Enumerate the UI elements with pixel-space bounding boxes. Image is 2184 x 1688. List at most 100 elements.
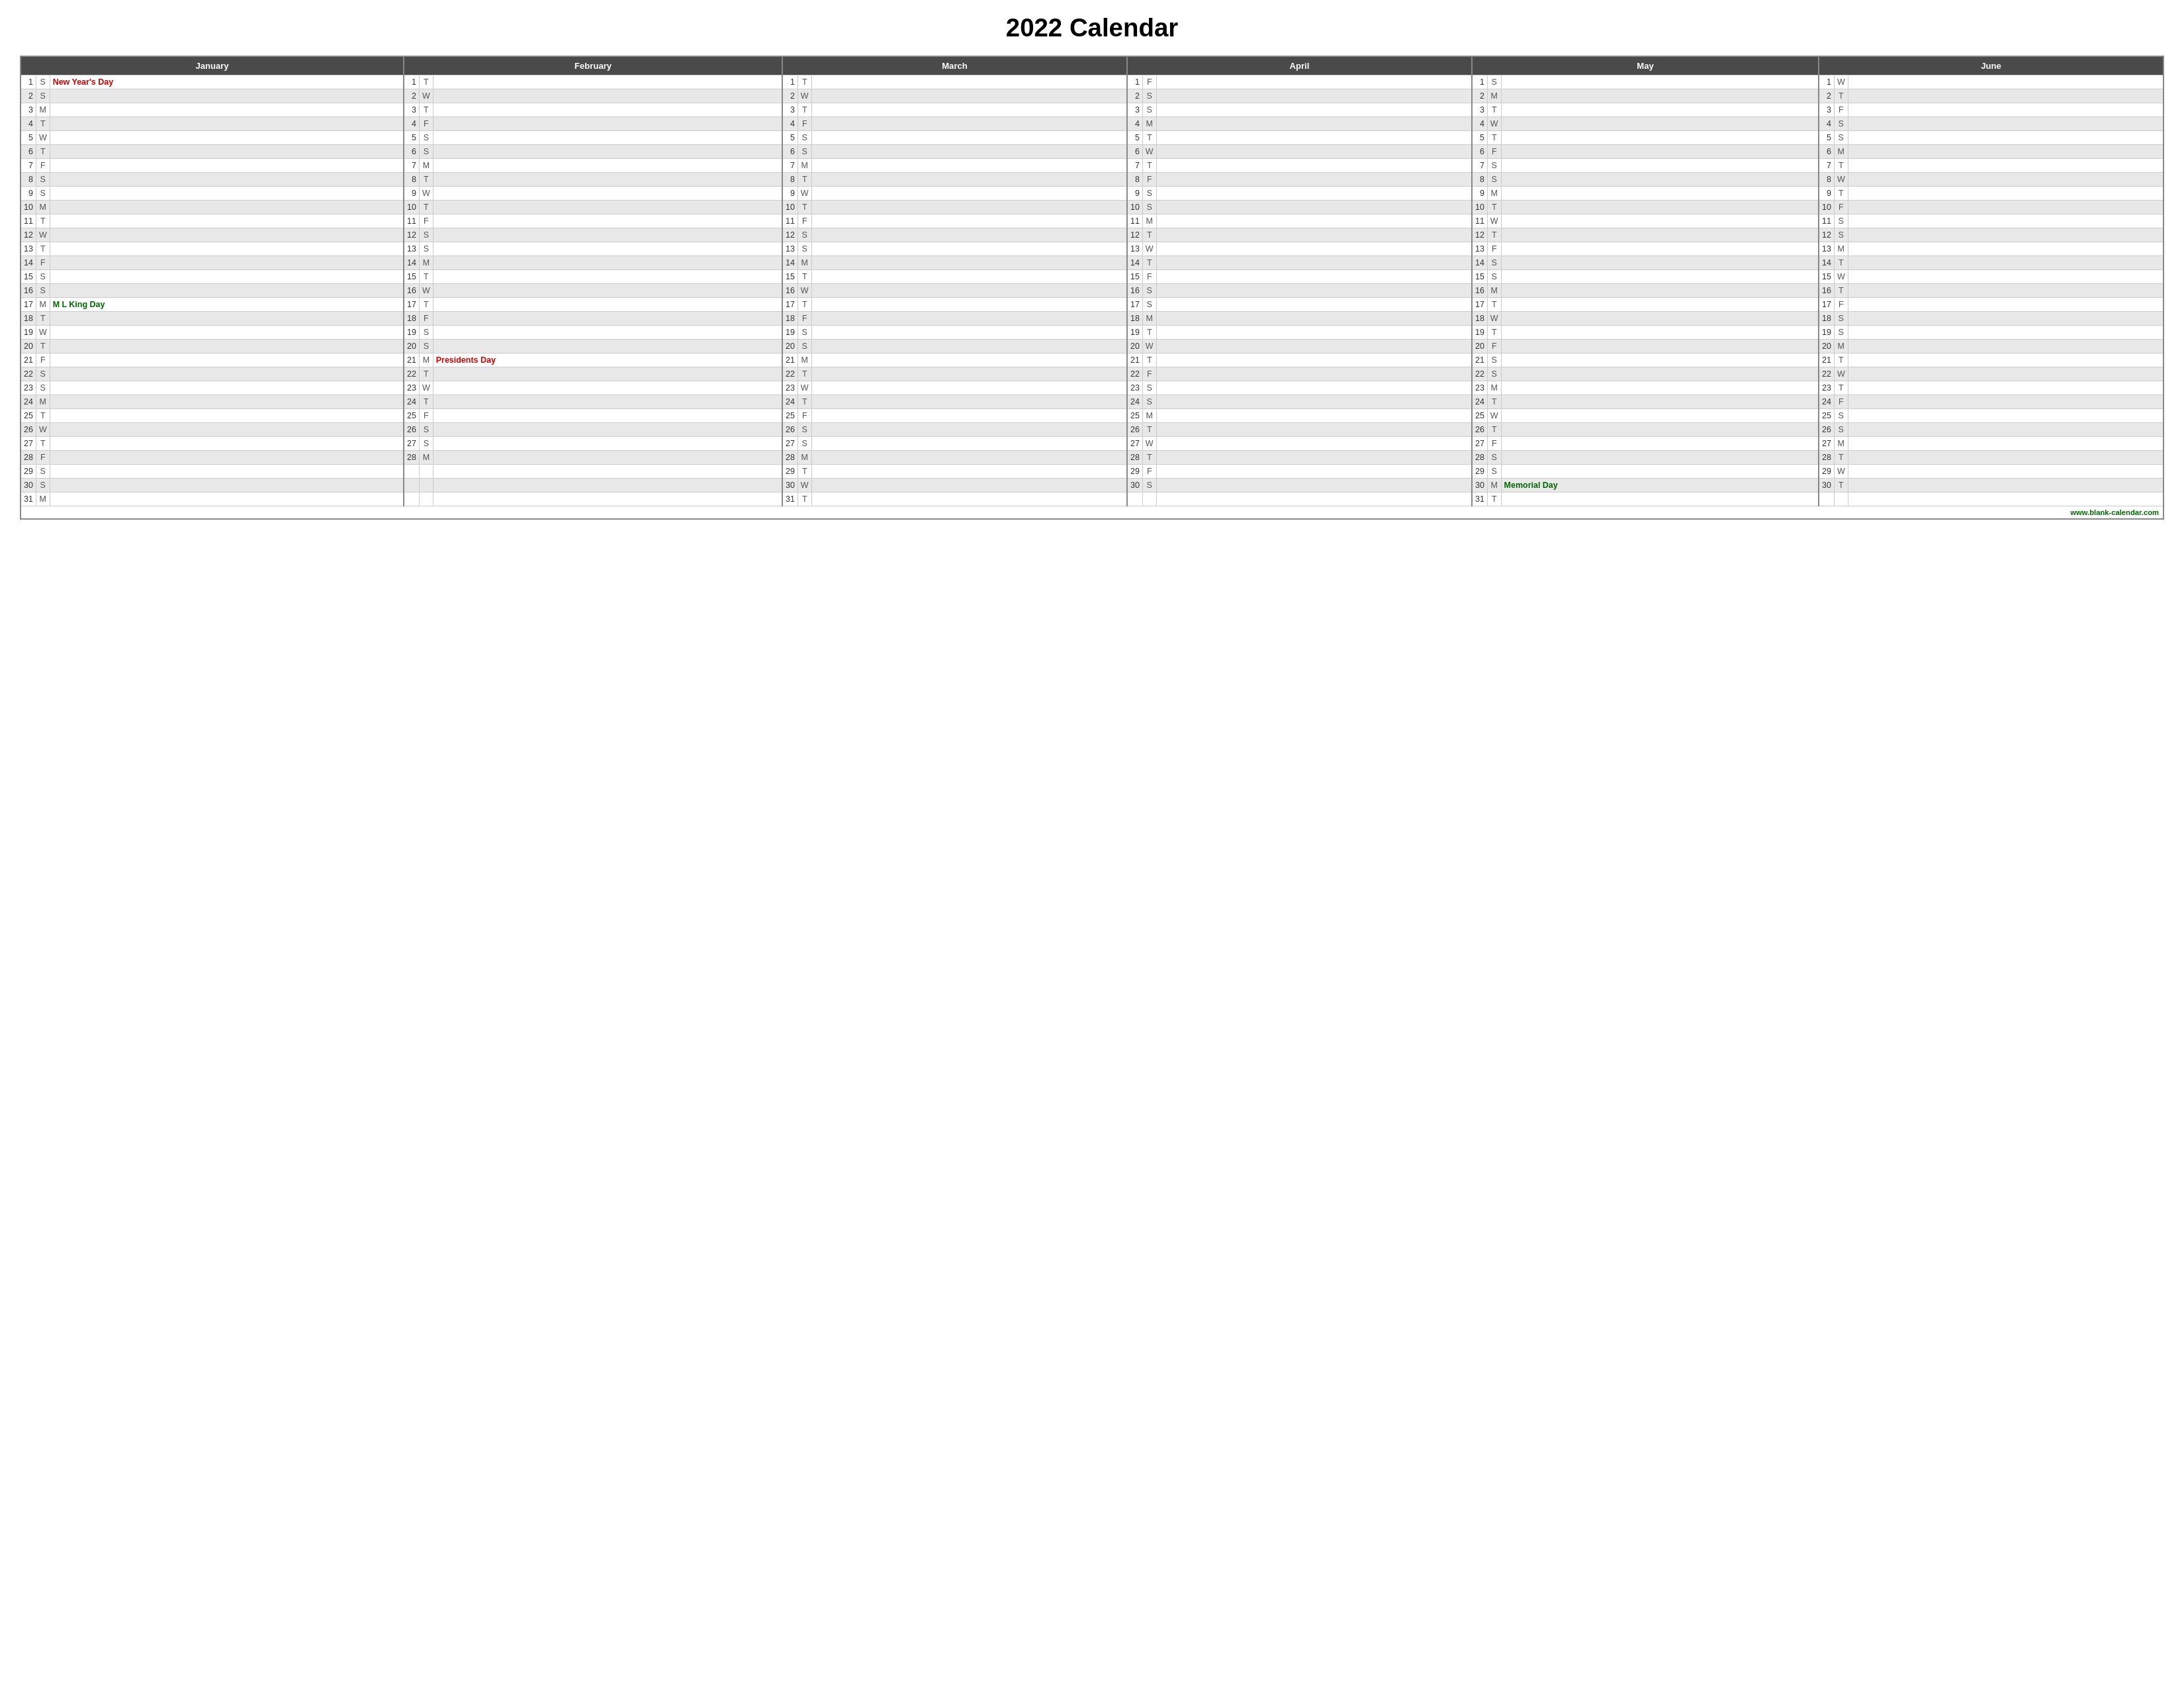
feb-day-event [433,381,782,395]
jan-day-letter: S [36,479,50,492]
jan-day-num: 29 [21,465,36,479]
feb-day-event [433,479,782,492]
jan-day-letter: T [36,437,50,451]
mar-day-num: 10 [782,201,797,214]
jun-day-num: 30 [1819,479,1834,492]
jan-day-letter: W [36,326,50,340]
mar-day-num: 14 [782,256,797,270]
feb-day-letter: M [419,159,433,173]
mar-day-num: 17 [782,298,797,312]
apr-day-letter: M [1142,214,1156,228]
jun-day-letter: T [1834,381,1848,395]
may-day-letter: S [1487,159,1501,173]
feb-day-event [433,395,782,409]
jan-day-letter: T [36,145,50,159]
may-day-letter: T [1487,298,1501,312]
jan-day-num: 7 [21,159,36,173]
mar-day-letter: T [797,395,811,409]
may-day-num: 7 [1472,159,1487,173]
jun-day-event [1848,75,2163,89]
jun-day-num: 5 [1819,131,1834,145]
jan-day-num: 10 [21,201,36,214]
mar-day-num: 4 [782,117,797,131]
apr-day-num: 8 [1127,173,1142,187]
mar-day-event [811,187,1127,201]
feb-day-num: 12 [404,228,419,242]
feb-day-letter: F [419,214,433,228]
may-day-event [1501,173,1819,187]
jun-day-letter: M [1834,437,1848,451]
jun-day-event [1848,409,2163,423]
jan-day-event [50,89,404,103]
jan-day-letter: M [36,298,50,312]
jan-day-num: 13 [21,242,36,256]
apr-day-num: 16 [1127,284,1142,298]
may-day-event [1501,437,1819,451]
may-day-letter: T [1487,201,1501,214]
jun-day-event [1848,492,2163,506]
apr-day-letter: T [1142,256,1156,270]
apr-day-event [1156,381,1472,395]
mar-day-event [811,284,1127,298]
jun-day-letter: M [1834,242,1848,256]
apr-day-letter: S [1142,187,1156,201]
may-day-letter: F [1487,340,1501,353]
jan-day-num: 19 [21,326,36,340]
mar-day-event [811,326,1127,340]
feb-day-letter: T [419,201,433,214]
mar-day-event [811,367,1127,381]
feb-day-letter: M [419,353,433,367]
apr-day-num [1127,492,1142,506]
may-day-event [1501,89,1819,103]
apr-day-event [1156,437,1472,451]
may-day-event [1501,131,1819,145]
apr-day-letter: W [1142,242,1156,256]
jun-day-event [1848,256,2163,270]
jun-day-num: 16 [1819,284,1834,298]
jan-day-event [50,312,404,326]
apr-day-num: 27 [1127,437,1142,451]
april-header: April [1127,56,1472,75]
apr-day-letter: M [1142,117,1156,131]
apr-day-event [1156,103,1472,117]
table-row: 21F21MPresidents Day21M21T21S21T [21,353,2163,367]
feb-day-num: 10 [404,201,419,214]
table-row: 23S23W23W23S23M23T [21,381,2163,395]
apr-day-event [1156,367,1472,381]
feb-day-letter: T [419,103,433,117]
table-row: 2S2W2W2S2M2T [21,89,2163,103]
feb-day-letter: F [419,117,433,131]
mar-day-event [811,465,1127,479]
jan-day-letter: F [36,451,50,465]
apr-day-num: 5 [1127,131,1142,145]
may-day-event [1501,284,1819,298]
jan-day-event [50,409,404,423]
jun-day-event [1848,381,2163,395]
footer-link: www.blank-calendar.com [21,506,2163,520]
feb-day-event [433,256,782,270]
table-row: 14F14M14M14T14S14T [21,256,2163,270]
apr-day-letter: W [1142,437,1156,451]
may-day-num: 14 [1472,256,1487,270]
jun-day-letter: T [1834,89,1848,103]
mar-day-num: 21 [782,353,797,367]
jan-day-num: 26 [21,423,36,437]
feb-day-event [433,451,782,465]
mar-day-event [811,492,1127,506]
apr-day-num: 4 [1127,117,1142,131]
may-day-num: 4 [1472,117,1487,131]
jan-day-event [50,173,404,187]
jan-day-event [50,131,404,145]
feb-day-letter: T [419,367,433,381]
feb-day-num: 18 [404,312,419,326]
jun-day-event [1848,173,2163,187]
jan-day-letter: W [36,131,50,145]
jun-day-num: 25 [1819,409,1834,423]
jan-day-event: M L King Day [50,298,404,312]
apr-day-letter: S [1142,284,1156,298]
mar-day-letter: T [797,75,811,89]
jun-day-num: 10 [1819,201,1834,214]
jan-day-letter: F [36,256,50,270]
apr-day-num: 26 [1127,423,1142,437]
jun-day-letter: S [1834,228,1848,242]
